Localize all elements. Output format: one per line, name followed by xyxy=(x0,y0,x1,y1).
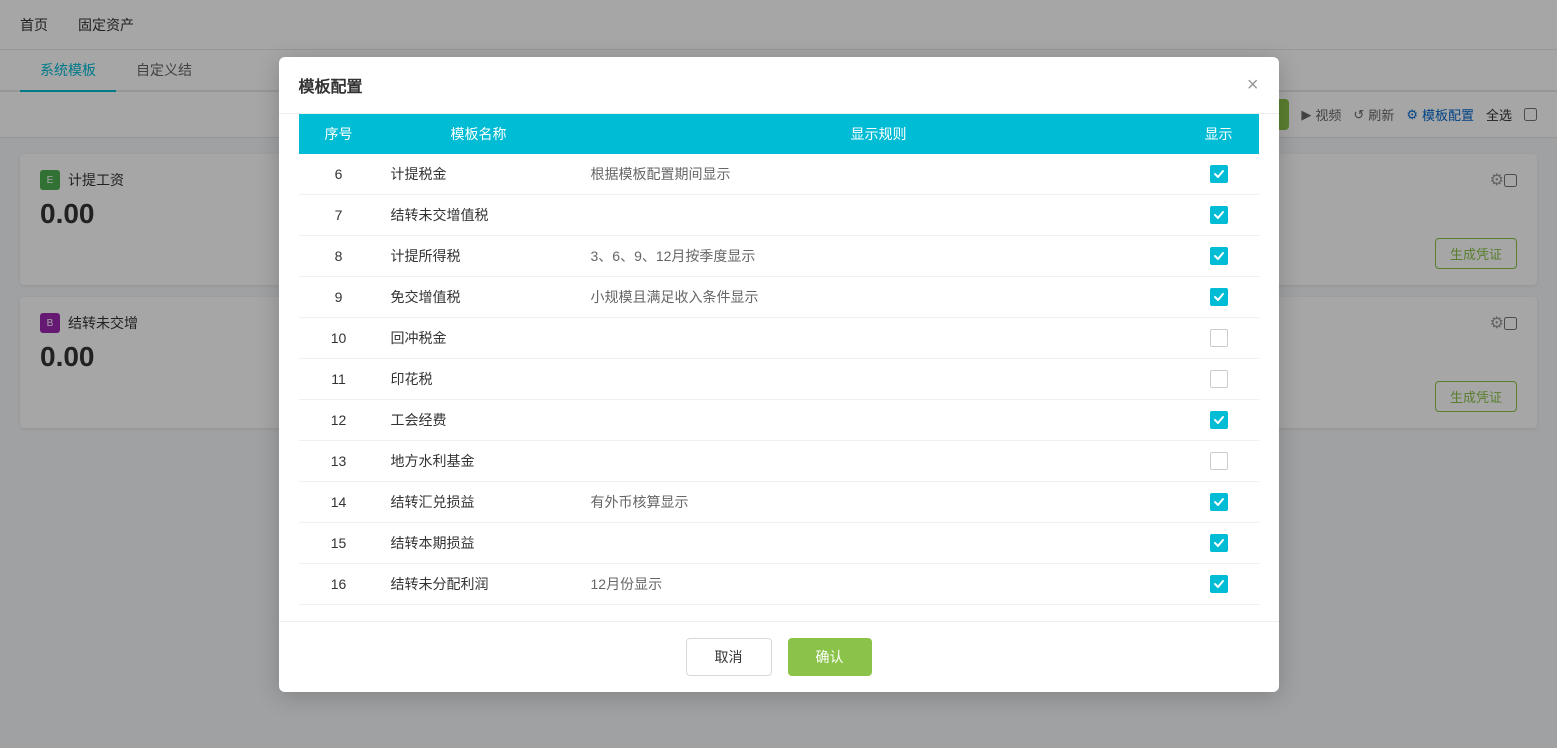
config-table: 序号 模板名称 显示规则 显示 6计提税金根据模板配置期间显示7结转未交增值税8… xyxy=(299,114,1259,605)
cell-rule xyxy=(579,522,1179,563)
col-header-show: 显示 xyxy=(1179,114,1259,154)
cell-no: 11 xyxy=(299,358,379,399)
row-14-checkbox-checked[interactable] xyxy=(1210,493,1228,511)
cell-checkbox[interactable] xyxy=(1179,194,1259,235)
table-row: 16结转未分配利润12月份显示 xyxy=(299,563,1259,604)
cell-name: 工会经费 xyxy=(379,399,579,440)
cell-checkbox[interactable] xyxy=(1179,276,1259,317)
cell-rule xyxy=(579,194,1179,235)
cell-rule xyxy=(579,317,1179,358)
modal-template-config: 模板配置 × 序号 模板名称 显示规则 显示 6计提税金根据模板配置期间显 xyxy=(279,57,1279,692)
table-row: 13地方水利基金 xyxy=(299,440,1259,481)
cell-name: 计提所得税 xyxy=(379,235,579,276)
cell-no: 6 xyxy=(299,154,379,195)
table-row: 7结转未交增值税 xyxy=(299,194,1259,235)
cell-checkbox[interactable] xyxy=(1179,563,1259,604)
modal-body: 序号 模板名称 显示规则 显示 6计提税金根据模板配置期间显示7结转未交增值税8… xyxy=(279,114,1279,621)
cell-no: 13 xyxy=(299,440,379,481)
cell-no: 8 xyxy=(299,235,379,276)
table-row: 15结转本期损益 xyxy=(299,522,1259,563)
cell-no: 12 xyxy=(299,399,379,440)
table-body: 6计提税金根据模板配置期间显示7结转未交增值税8计提所得税3、6、9、12月按季… xyxy=(299,154,1259,605)
modal-overlay: 模板配置 × 序号 模板名称 显示规则 显示 6计提税金根据模板配置期间显 xyxy=(0,0,1557,748)
row-13-checkbox-unchecked[interactable] xyxy=(1210,452,1228,470)
cell-no: 14 xyxy=(299,481,379,522)
row-8-checkbox-checked[interactable] xyxy=(1210,247,1228,265)
cell-rule: 有外币核算显示 xyxy=(579,481,1179,522)
cell-checkbox[interactable] xyxy=(1179,154,1259,195)
cell-name: 计提税金 xyxy=(379,154,579,195)
table-header: 序号 模板名称 显示规则 显示 xyxy=(299,114,1259,154)
col-header-rule: 显示规则 xyxy=(579,114,1179,154)
table-scroll-container[interactable]: 序号 模板名称 显示规则 显示 6计提税金根据模板配置期间显示7结转未交增值税8… xyxy=(299,114,1259,605)
modal-title: 模板配置 xyxy=(299,73,363,97)
cell-checkbox[interactable] xyxy=(1179,481,1259,522)
cell-checkbox[interactable] xyxy=(1179,358,1259,399)
table-row: 14结转汇兑损益有外币核算显示 xyxy=(299,481,1259,522)
table-row: 8计提所得税3、6、9、12月按季度显示 xyxy=(299,235,1259,276)
cell-no: 7 xyxy=(299,194,379,235)
row-15-checkbox-checked[interactable] xyxy=(1210,534,1228,552)
row-9-checkbox-checked[interactable] xyxy=(1210,288,1228,306)
modal-header: 模板配置 × xyxy=(279,57,1279,114)
cell-rule: 小规模且满足收入条件显示 xyxy=(579,276,1179,317)
table-row: 12工会经费 xyxy=(299,399,1259,440)
row-12-checkbox-checked[interactable] xyxy=(1210,411,1228,429)
col-header-no: 序号 xyxy=(299,114,379,154)
table-row: 9免交增值税小规模且满足收入条件显示 xyxy=(299,276,1259,317)
cell-checkbox[interactable] xyxy=(1179,317,1259,358)
modal-footer: 取消 确认 xyxy=(279,621,1279,692)
cell-no: 16 xyxy=(299,563,379,604)
table-row: 10回冲税金 xyxy=(299,317,1259,358)
cell-name: 结转汇兑损益 xyxy=(379,481,579,522)
cell-checkbox[interactable] xyxy=(1179,522,1259,563)
cell-no: 10 xyxy=(299,317,379,358)
col-header-name: 模板名称 xyxy=(379,114,579,154)
row-10-checkbox-unchecked[interactable] xyxy=(1210,329,1228,347)
row-11-checkbox-unchecked[interactable] xyxy=(1210,370,1228,388)
cell-checkbox[interactable] xyxy=(1179,440,1259,481)
row-6-checkbox-checked[interactable] xyxy=(1210,165,1228,183)
cell-name: 印花税 xyxy=(379,358,579,399)
row-16-checkbox-checked[interactable] xyxy=(1210,575,1228,593)
cell-no: 15 xyxy=(299,522,379,563)
cancel-button[interactable]: 取消 xyxy=(686,638,772,676)
cell-checkbox[interactable] xyxy=(1179,399,1259,440)
cell-rule xyxy=(579,440,1179,481)
cell-name: 回冲税金 xyxy=(379,317,579,358)
modal-close-button[interactable]: × xyxy=(1247,75,1259,95)
cell-name: 结转本期损益 xyxy=(379,522,579,563)
cell-rule: 12月份显示 xyxy=(579,563,1179,604)
cell-name: 结转未交增值税 xyxy=(379,194,579,235)
table-row: 11印花税 xyxy=(299,358,1259,399)
confirm-button[interactable]: 确认 xyxy=(788,638,872,676)
cell-no: 9 xyxy=(299,276,379,317)
cell-rule: 3、6、9、12月按季度显示 xyxy=(579,235,1179,276)
cell-name: 免交增值税 xyxy=(379,276,579,317)
cell-rule xyxy=(579,358,1179,399)
cell-rule xyxy=(579,399,1179,440)
cell-name: 结转未分配利润 xyxy=(379,563,579,604)
table-row: 6计提税金根据模板配置期间显示 xyxy=(299,154,1259,195)
cell-rule: 根据模板配置期间显示 xyxy=(579,154,1179,195)
cell-checkbox[interactable] xyxy=(1179,235,1259,276)
cell-name: 地方水利基金 xyxy=(379,440,579,481)
row-7-checkbox-checked[interactable] xyxy=(1210,206,1228,224)
